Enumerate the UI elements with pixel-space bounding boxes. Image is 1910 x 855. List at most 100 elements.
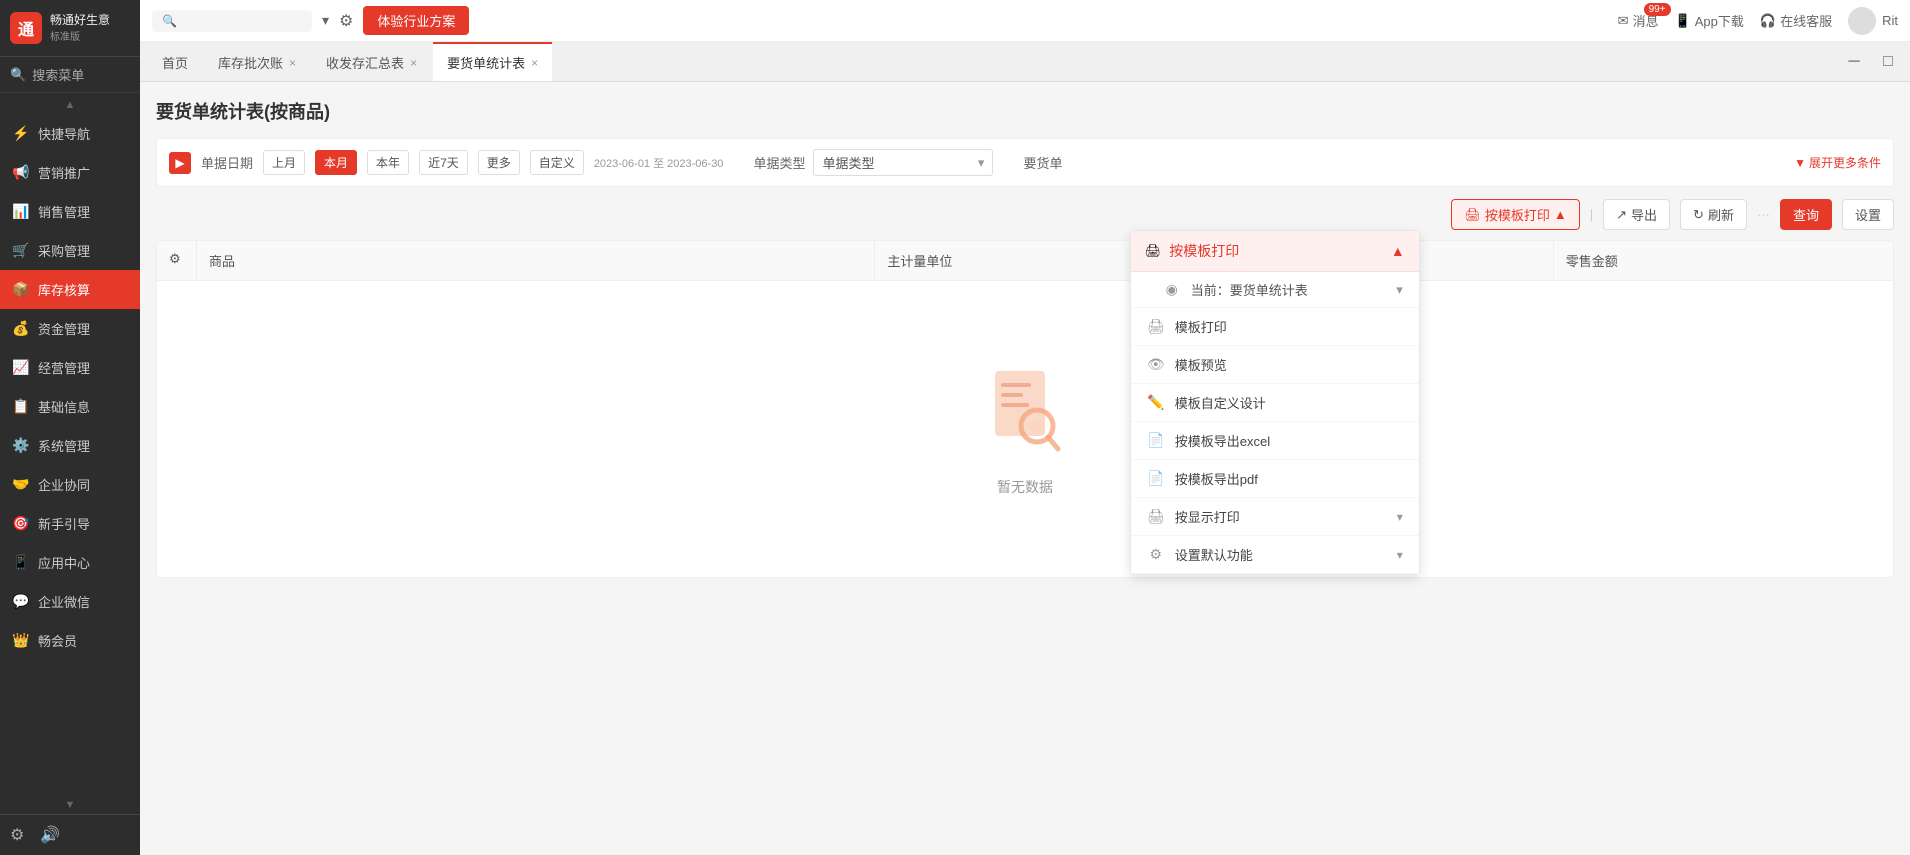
tab-order-stats-close[interactable]: × — [531, 57, 538, 69]
sidebar-item-operations[interactable]: 📈 经营管理 — [0, 348, 140, 387]
display-print-label: 按显示打印 — [1175, 507, 1240, 526]
default-fn-item[interactable]: ⚙ 设置默认功能 ▾ — [1131, 536, 1419, 574]
date-btn-7days[interactable]: 近7天 — [419, 150, 468, 175]
sidebar-item-purchase[interactable]: 🛒 采购管理 — [0, 231, 140, 270]
query-btn[interactable]: 查询 — [1780, 199, 1832, 230]
topbar-search-bar[interactable]: 🔍 — [152, 10, 312, 32]
collab-icon: 🤝 — [12, 476, 30, 493]
tab-inventory-batch-close[interactable]: × — [289, 57, 296, 69]
quick-nav-icon: ⚡ — [12, 125, 30, 142]
sidebar-item-inventory[interactable]: 📦 库存核算 — [0, 270, 140, 309]
template-print-item[interactable]: 🖨 模板打印 — [1131, 308, 1419, 346]
search-icon: 🔍 — [162, 14, 177, 28]
app-name-block: 畅通好生意 标准版 — [50, 13, 110, 44]
date-btn-this-month[interactable]: 本月 — [315, 150, 357, 175]
sidebar-item-system[interactable]: ⚙️ 系统管理 — [0, 426, 140, 465]
sidebar-item-finance[interactable]: 💰 资金管理 — [0, 309, 140, 348]
wecom-icon: 💬 — [12, 593, 30, 610]
user-name: Rit — [1882, 13, 1898, 28]
tab-order-stats[interactable]: 要货单统计表 × — [433, 42, 552, 81]
sidebar-scroll-down[interactable]: ▼ — [0, 793, 140, 814]
sidebar-item-label: 采购管理 — [38, 241, 90, 260]
table-col-settings[interactable]: ⚙ — [157, 241, 197, 280]
template-custom-item[interactable]: ✏️ 模板自定义设计 — [1131, 384, 1419, 422]
default-fn-arrow: ▾ — [1397, 548, 1403, 562]
current-template-row[interactable]: ◉ 当前：要货单统计表 ▾ — [1131, 272, 1419, 308]
sidebar-item-marketing[interactable]: 📢 营销推广 — [0, 153, 140, 192]
export-btn[interactable]: ↗ 导出 — [1603, 199, 1670, 230]
sidebar-item-sales[interactable]: 📊 销售管理 — [0, 192, 140, 231]
tab-minimize-icon[interactable]: ─ — [1840, 48, 1868, 76]
sidebar-item-newbie[interactable]: 🎯 新手引导 — [0, 504, 140, 543]
sidebar-item-member[interactable]: 👑 畅会员 — [0, 621, 140, 660]
basic-icon: 📋 — [12, 398, 30, 415]
sidebar-item-label: 企业协同 — [38, 475, 90, 494]
expand-more-btn[interactable]: ▼ 展开更多条件 — [1794, 154, 1881, 171]
sidebar-nav: ⚡ 快捷导航 📢 营销推广 📊 销售管理 🛒 采购管理 📦 库存核算 💰 资金管… — [0, 114, 140, 793]
tab-maximize-icon[interactable]: □ — [1874, 48, 1902, 76]
main-area: 🔍 ▾ ⚙ 体验行业方案 ✉ 消息 99+ 📱 App下载 🎧 在线客服 Rit — [140, 0, 1910, 855]
export-icon: ↗ — [1616, 207, 1627, 223]
purchase-icon: 🛒 — [12, 242, 30, 259]
user-profile[interactable]: Rit — [1848, 7, 1898, 35]
date-btn-last-month[interactable]: 上月 — [263, 150, 305, 175]
toolbar: 🖨 按模板打印 ▲ 🖨 按模板打印 ▲ ◉ 当前：要货单统计表 ▾ — [156, 199, 1894, 230]
date-btn-this-year[interactable]: 本年 — [367, 150, 409, 175]
sidebar-item-quick-nav[interactable]: ⚡ 快捷导航 — [0, 114, 140, 153]
date-btn-more[interactable]: 更多 — [478, 150, 520, 175]
sales-icon: 📊 — [12, 203, 30, 220]
print-dropdown-header[interactable]: 🖨 按模板打印 ▲ — [1131, 231, 1419, 272]
template-excel-item[interactable]: 📄 按模板导出excel — [1131, 422, 1419, 460]
sidebar-item-wecom[interactable]: 💬 企业微信 — [0, 582, 140, 621]
empty-text: 暂无数据 — [997, 477, 1053, 497]
display-print-item[interactable]: 🖨 按显示打印 ▾ — [1131, 498, 1419, 536]
app-logo-icon: 通 — [10, 12, 42, 44]
filter-bar: ▶ 单据日期 上月 本月 本年 近7天 更多 自定义 2023-06-01 至 … — [156, 138, 1894, 187]
tab-receipts-summary[interactable]: 收发存汇总表 × — [312, 42, 431, 81]
template-pdf-label: 按模板导出pdf — [1175, 469, 1258, 488]
sidebar-item-label: 新手引导 — [38, 514, 90, 533]
app-download[interactable]: 📱 App下载 — [1675, 11, 1744, 30]
refresh-icon: ↻ — [1693, 207, 1704, 223]
date-btn-custom[interactable]: 自定义 — [530, 150, 584, 175]
date-label: 单据日期 — [201, 153, 253, 172]
sound-icon[interactable]: 🔊 — [40, 825, 60, 845]
sidebar-item-label: 营销推广 — [38, 163, 90, 182]
messages-badge[interactable]: ✉ 消息 99+ — [1618, 11, 1659, 30]
tab-inventory-batch[interactable]: 库存批次账 × — [204, 42, 310, 81]
empty-icon — [975, 361, 1075, 461]
refresh-btn[interactable]: ↻ 刷新 — [1680, 199, 1747, 230]
sidebar-item-collab[interactable]: 🤝 企业协同 — [0, 465, 140, 504]
order-type-filter: 单据类型 单据类型 ▾ — [753, 149, 993, 176]
gear-icon[interactable]: ⚙ — [339, 11, 353, 31]
tab-inventory-batch-label: 库存批次账 — [218, 53, 283, 72]
settings-btn[interactable]: 设置 — [1842, 199, 1894, 230]
sidebar-item-basic[interactable]: 📋 基础信息 — [0, 387, 140, 426]
sidebar-logo: 通 畅通好生意 标准版 — [0, 0, 140, 57]
default-fn-label: 设置默认功能 — [1175, 545, 1253, 564]
online-service[interactable]: 🎧 在线客服 — [1760, 11, 1832, 30]
template-pdf-item[interactable]: 📄 按模板导出pdf — [1131, 460, 1419, 498]
topbar-dropdown-icon[interactable]: ▾ — [322, 12, 329, 29]
display-print-content: 🖨 按显示打印 — [1147, 507, 1240, 526]
operations-icon: 📈 — [12, 359, 30, 376]
message-icon: ✉ — [1618, 13, 1629, 29]
sidebar: 通 畅通好生意 标准版 🔍 搜索菜单 ▲ ⚡ 快捷导航 📢 营销推广 📊 销售管… — [0, 0, 140, 855]
template-custom-label: 模板自定义设计 — [1175, 393, 1266, 412]
sidebar-search[interactable]: 🔍 搜索菜单 — [0, 57, 140, 93]
trial-button[interactable]: 体验行业方案 — [363, 6, 469, 35]
tab-home[interactable]: 首页 — [148, 42, 202, 81]
sidebar-scroll-up[interactable]: ▲ — [0, 93, 140, 114]
print-dropdown-arrow-icon: ▲ — [1554, 207, 1567, 222]
settings-icon[interactable]: ⚙ — [10, 825, 24, 845]
print-template-btn[interactable]: 🖨 按模板打印 ▲ — [1451, 199, 1579, 230]
tabbar-right: ─ □ — [1840, 42, 1902, 81]
toolbar-separator-2: ··· — [1757, 207, 1770, 222]
filter-expand-arrow[interactable]: ▶ — [169, 152, 191, 174]
tab-receipts-summary-close[interactable]: × — [410, 57, 417, 69]
order-goods-label: 要货单 — [1023, 153, 1062, 172]
template-preview-item[interactable]: 👁 模板预览 — [1131, 346, 1419, 384]
order-type-select[interactable]: 单据类型 ▾ — [813, 149, 993, 176]
export-label: 导出 — [1631, 205, 1657, 224]
sidebar-item-appstore[interactable]: 📱 应用中心 — [0, 543, 140, 582]
